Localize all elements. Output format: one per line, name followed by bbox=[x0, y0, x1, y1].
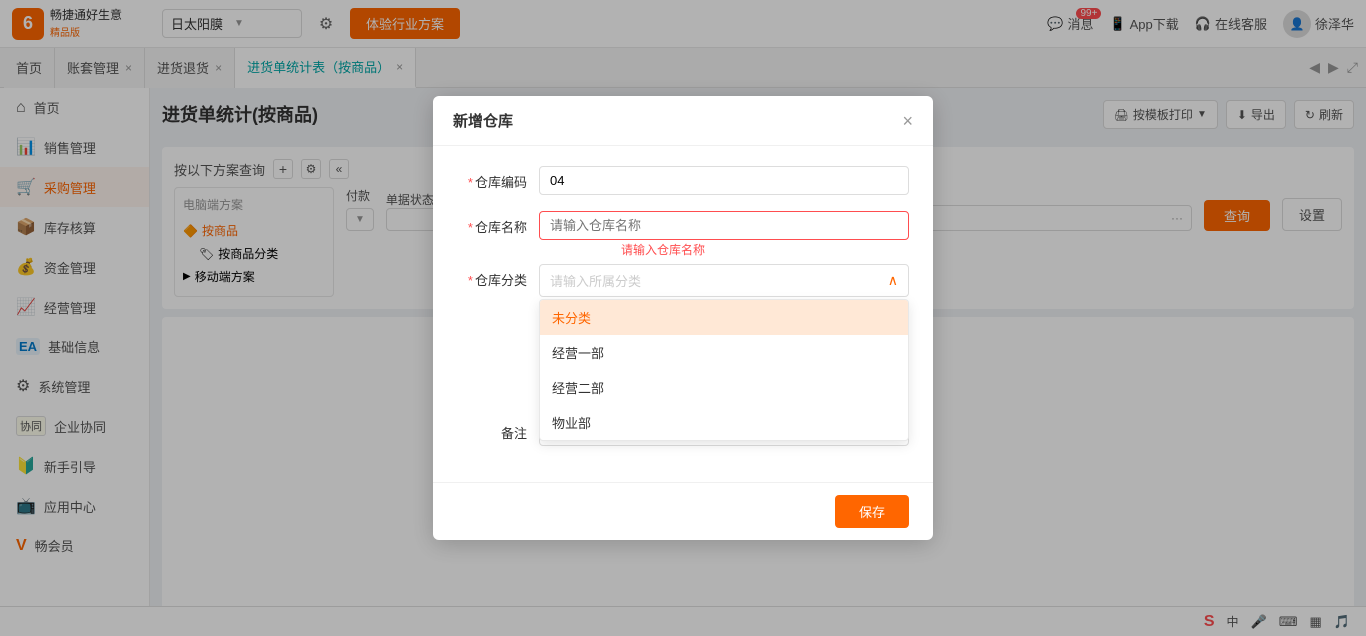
dropdown-up-arrow: ∧ bbox=[888, 272, 898, 289]
modal-body: *仓库编码 *仓库名称 请输入仓库名称 *仓库分类 请输入所属分类 ∧ bbox=[433, 146, 933, 482]
required-star-category: * bbox=[468, 273, 473, 288]
dropdown-item-ops1[interactable]: 经营一部 bbox=[540, 335, 908, 370]
add-warehouse-modal: 新增仓库 × *仓库编码 *仓库名称 请输入仓库名称 *仓库分类 bbox=[433, 96, 933, 540]
category-placeholder: 请输入所属分类 bbox=[550, 271, 641, 290]
form-row-category: *仓库分类 请输入所属分类 ∧ 未分类 经营一部 经营二部 物业部 bbox=[457, 264, 909, 297]
category-dropdown-list: 未分类 经营一部 经营二部 物业部 bbox=[539, 299, 909, 441]
modal-close-button[interactable]: × bbox=[902, 112, 913, 130]
dropdown-item-property[interactable]: 物业部 bbox=[540, 405, 908, 440]
name-input[interactable] bbox=[539, 211, 909, 240]
modal-header: 新增仓库 × bbox=[433, 96, 933, 146]
category-dropdown-wrapper: 请输入所属分类 ∧ 未分类 经营一部 经营二部 物业部 bbox=[539, 264, 909, 297]
modal-footer: 保存 bbox=[433, 482, 933, 540]
remark-label: 备注 bbox=[457, 417, 527, 442]
form-row-name: *仓库名称 请输入仓库名称 bbox=[457, 211, 909, 240]
dropdown-item-uncategorized[interactable]: 未分类 bbox=[540, 300, 908, 335]
required-star-code: * bbox=[468, 175, 473, 190]
modal-title: 新增仓库 bbox=[453, 110, 513, 131]
category-label: *仓库分类 bbox=[457, 264, 527, 289]
save-button[interactable]: 保存 bbox=[835, 495, 909, 528]
dropdown-item-ops2[interactable]: 经营二部 bbox=[540, 370, 908, 405]
category-dropdown[interactable]: 请输入所属分类 ∧ bbox=[539, 264, 909, 297]
name-label: *仓库名称 bbox=[457, 211, 527, 236]
name-input-wrapper: 请输入仓库名称 bbox=[539, 211, 909, 240]
name-error-message: 请输入仓库名称 bbox=[621, 241, 705, 258]
code-input[interactable] bbox=[539, 166, 909, 195]
code-label: *仓库编码 bbox=[457, 166, 527, 191]
form-row-code: *仓库编码 bbox=[457, 166, 909, 195]
required-star-name: * bbox=[468, 220, 473, 235]
